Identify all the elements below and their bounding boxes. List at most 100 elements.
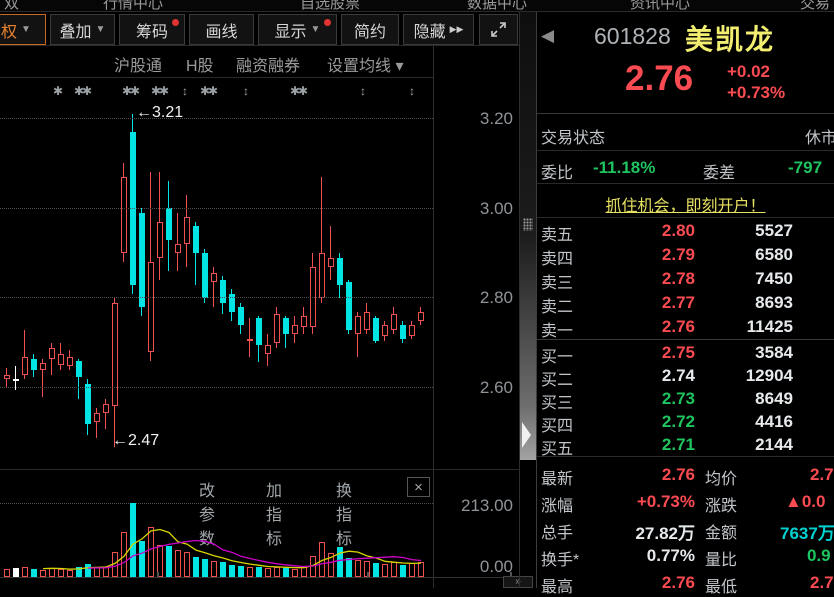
event-marker-icon[interactable]: ↕ bbox=[243, 84, 247, 98]
candlestick bbox=[22, 357, 28, 375]
order-volume: 8649 bbox=[700, 389, 793, 409]
stats-row: 换手*0.77%量比0.9 bbox=[537, 543, 834, 570]
candlestick-chart[interactable] bbox=[0, 0, 433, 588]
order-book-row[interactable]: 买四2.724416 bbox=[537, 410, 834, 433]
order-volume: 6580 bbox=[700, 245, 793, 265]
event-marker-icon[interactable]: ✱✱ bbox=[122, 84, 138, 98]
order-book-row[interactable]: 卖五2.805527 bbox=[537, 219, 834, 243]
order-book-row[interactable]: 卖一2.7611425 bbox=[537, 315, 834, 339]
volume-bar bbox=[13, 568, 19, 577]
event-marker-icon[interactable]: ↕ bbox=[360, 84, 364, 98]
gridline bbox=[0, 118, 433, 119]
candlestick bbox=[292, 325, 298, 334]
event-marker-icon[interactable]: ✱✱ bbox=[151, 84, 167, 98]
volume-bar bbox=[238, 566, 244, 577]
back-button[interactable]: ◀ bbox=[541, 26, 554, 46]
event-marker-icon[interactable]: ↕ bbox=[409, 84, 413, 98]
order-level-label: 卖四 bbox=[541, 245, 573, 269]
indicator-link-换指标[interactable]: 换指标 bbox=[336, 477, 352, 549]
volume-bar bbox=[202, 559, 208, 577]
candlestick bbox=[409, 325, 415, 336]
order-volume: 4416 bbox=[700, 412, 793, 432]
order-book-row[interactable]: 买二2.7412904 bbox=[537, 364, 834, 387]
order-book-row[interactable]: 卖四2.796580 bbox=[537, 243, 834, 267]
open-account-link[interactable]: 抓住机会，即刻开户！ bbox=[605, 198, 765, 215]
indicator-close-button[interactable]: × bbox=[407, 477, 430, 497]
low-annotation: ←2.47 bbox=[112, 432, 159, 450]
volume-bar bbox=[31, 569, 37, 577]
event-marker-icon[interactable]: ✱✱ bbox=[290, 84, 306, 98]
vertical-scrollbar[interactable] bbox=[520, 12, 536, 460]
order-price: 2.77 bbox=[600, 293, 695, 313]
order-book-row[interactable]: 买一2.753584 bbox=[537, 341, 834, 364]
candlestick bbox=[382, 325, 388, 336]
indicator-link-改参数[interactable]: 改参数 bbox=[199, 477, 215, 549]
stat-label: 最新 bbox=[541, 465, 573, 489]
volume-bar bbox=[391, 562, 397, 577]
scrollbar-handle[interactable] bbox=[523, 218, 533, 231]
event-marker-icon[interactable]: ✱✱ bbox=[200, 84, 216, 98]
order-book-row[interactable]: 买三2.738649 bbox=[537, 387, 834, 410]
stock-code: 601828 bbox=[594, 23, 671, 50]
candlestick bbox=[346, 282, 352, 329]
volume-bar bbox=[220, 562, 226, 577]
candle-wick bbox=[177, 213, 178, 272]
candlestick bbox=[265, 345, 271, 354]
top-menu-item-fragment[interactable]: 资讯中心 bbox=[630, 0, 690, 11]
candlestick bbox=[283, 318, 289, 334]
volume-bar bbox=[58, 569, 64, 577]
volume-bar bbox=[409, 563, 415, 577]
order-price: 2.80 bbox=[600, 221, 695, 241]
price-change: +0.02 bbox=[727, 62, 770, 82]
volume-bar bbox=[247, 567, 253, 577]
candlestick bbox=[328, 258, 334, 267]
stat-value: ▲0.0 bbox=[785, 492, 825, 512]
order-level-label: 卖二 bbox=[541, 293, 573, 317]
fullscreen-button[interactable] bbox=[479, 14, 518, 45]
event-marker-icon[interactable]: ↕ bbox=[182, 84, 186, 98]
stat-label: 最低 bbox=[705, 573, 737, 597]
axis-tick bbox=[157, 572, 159, 577]
order-book-row[interactable]: 买五2.712144 bbox=[537, 433, 834, 456]
open-account-ad[interactable]: 抓住机会，即刻开户！ bbox=[537, 192, 834, 216]
candle-wick bbox=[249, 318, 250, 356]
order-book-row[interactable]: 卖三2.787450 bbox=[537, 267, 834, 291]
volume-bar bbox=[85, 564, 91, 577]
volume-bar bbox=[229, 565, 235, 577]
indicator-link-加指标[interactable]: 加指标 bbox=[266, 477, 282, 549]
volume-bar bbox=[130, 503, 136, 577]
volume-bar bbox=[319, 542, 325, 577]
stat-value: 2.76 bbox=[600, 465, 695, 485]
candlestick bbox=[355, 316, 361, 334]
gridline bbox=[0, 503, 433, 504]
price-axis-label: 2.80 bbox=[433, 288, 513, 308]
candlestick bbox=[157, 222, 163, 258]
candlestick bbox=[31, 359, 37, 370]
stats-row: 最高2.76最低2.7 bbox=[537, 570, 834, 597]
order-volume: 3584 bbox=[700, 343, 793, 363]
candlestick bbox=[364, 312, 370, 330]
candlestick bbox=[193, 226, 199, 253]
event-marker-icon[interactable]: ✱ bbox=[53, 84, 61, 98]
volume-bar bbox=[94, 567, 100, 577]
pager-button[interactable]: » bbox=[503, 576, 533, 588]
price-axis-label: 2.60 bbox=[433, 378, 513, 398]
order-price: 2.76 bbox=[600, 317, 695, 337]
volume-axis-label: 213.00 bbox=[433, 496, 513, 516]
volume-bar bbox=[346, 558, 352, 577]
order-volume: 12904 bbox=[700, 366, 793, 386]
price-axis-label: 3.20 bbox=[433, 109, 513, 129]
order-price: 2.73 bbox=[600, 389, 695, 409]
volume-bar bbox=[310, 556, 316, 577]
volume-bar bbox=[139, 541, 145, 578]
stat-label: 总手 bbox=[541, 519, 573, 543]
candlestick bbox=[13, 379, 19, 381]
top-menu-item-fragment[interactable]: 交易 bbox=[800, 0, 830, 11]
weibi-label: 委比 bbox=[541, 159, 573, 183]
volume-axis-label: 0.00 bbox=[433, 557, 513, 577]
scrollbar-arrow-icon[interactable] bbox=[522, 422, 531, 448]
volume-bar bbox=[301, 567, 307, 577]
event-marker-icon[interactable]: ✱✱ bbox=[74, 84, 90, 98]
candlestick bbox=[418, 312, 424, 321]
order-book-row[interactable]: 卖二2.778693 bbox=[537, 291, 834, 315]
